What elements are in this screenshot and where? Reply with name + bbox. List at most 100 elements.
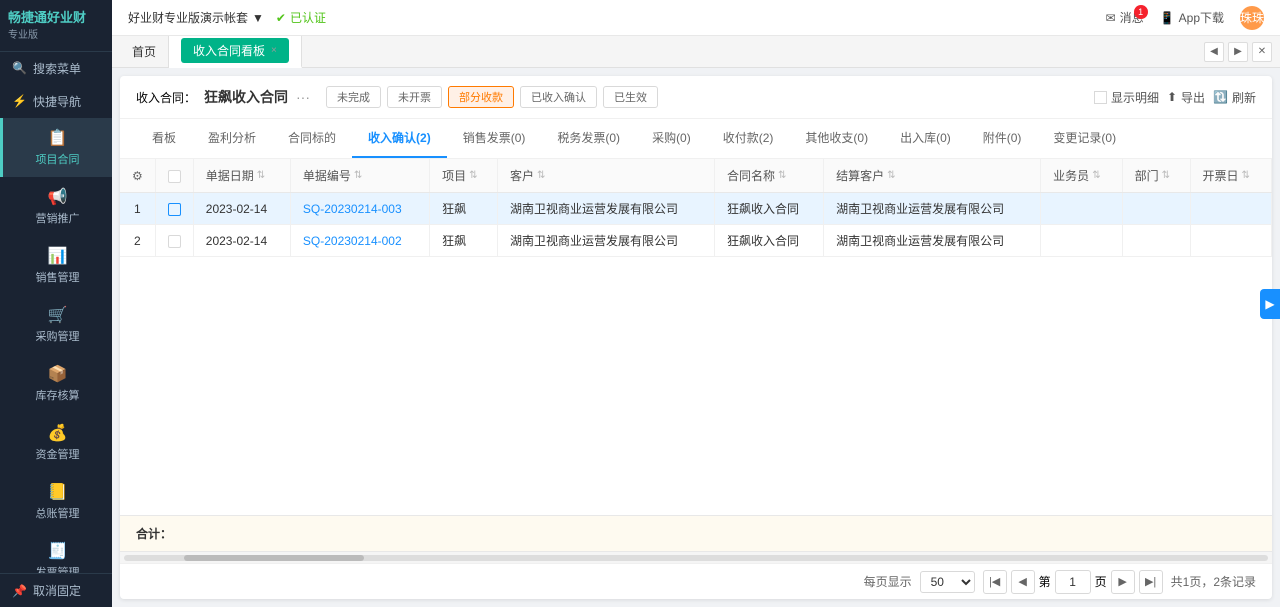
refresh-btn[interactable]: 🔃 刷新 <box>1213 89 1256 106</box>
tab-active-indicator: 收入合同看板 × <box>181 38 289 63</box>
row-link-2[interactable]: SQ-20230214-002 <box>303 234 402 248</box>
row-invoice-date-1 <box>1190 193 1271 225</box>
row-number-1[interactable]: SQ-20230214-003 <box>290 193 429 225</box>
message-btn[interactable]: ✉ 消息 1 <box>1106 9 1144 26</box>
tab-payment[interactable]: 收付款(2) <box>707 119 790 158</box>
tab-close-all-btn[interactable]: ✕ <box>1252 42 1272 62</box>
tab-tax-invoice[interactable]: 税务发票(0) <box>541 119 636 158</box>
tab-revenue-confirm[interactable]: 收入确认(2) <box>352 119 447 158</box>
tab-contract-board[interactable]: 收入合同看板 × <box>169 36 302 68</box>
sort-contract-icon: ⇅ <box>778 170 786 181</box>
page-prev-btn[interactable]: ◀ <box>1011 570 1035 594</box>
settings-icon: ⚙ <box>132 169 143 183</box>
th-invoice-date[interactable]: 开票日 ⇅ <box>1190 159 1271 193</box>
status-btn-confirmed[interactable]: 已收入确认 <box>520 86 597 108</box>
sidebar-item-project-contract[interactable]: 📋 项目合同 <box>0 118 112 177</box>
row-check-2[interactable] <box>155 225 193 257</box>
status-btn-incomplete[interactable]: 未完成 <box>326 86 381 108</box>
page-last-btn[interactable]: ▶| <box>1139 570 1163 594</box>
export-btn[interactable]: ⬆ 导出 <box>1167 89 1205 106</box>
th-date[interactable]: 单据日期 ⇅ <box>193 159 290 193</box>
tab-home[interactable]: 首页 <box>120 36 169 68</box>
user-avatar[interactable]: 珠珠 <box>1240 6 1264 30</box>
select-all-checkbox[interactable] <box>168 170 181 183</box>
table-wrapper: ⚙ 单据日期 ⇅ <box>120 159 1272 515</box>
th-salesman[interactable]: 业务员 ⇅ <box>1041 159 1122 193</box>
company-selector[interactable]: 好业财专业版演示帐套 ▼ <box>128 9 264 26</box>
inventory-icon: 📦 <box>48 364 68 384</box>
sidebar-item-ledger[interactable]: 📒 总账管理 <box>0 472 112 531</box>
page-next-btn[interactable]: ▶ <box>1111 570 1135 594</box>
row-link-1[interactable]: SQ-20230214-003 <box>303 202 402 216</box>
status-btn-uninvoiced[interactable]: 未开票 <box>387 86 442 108</box>
status-btn-effective[interactable]: 已生效 <box>603 86 658 108</box>
row-num-2: 2 <box>120 225 155 257</box>
th-number[interactable]: 单据编号 ⇅ <box>290 159 429 193</box>
tab-close-btn[interactable]: × <box>271 45 277 56</box>
tab-purchase[interactable]: 采购(0) <box>636 119 707 158</box>
th-checkbox[interactable] <box>155 159 193 193</box>
detail-checkbox[interactable] <box>1094 91 1107 104</box>
row-checkbox-2[interactable] <box>168 235 181 248</box>
tab-other-income[interactable]: 其他收支(0) <box>789 119 884 158</box>
row-checkbox-1[interactable] <box>168 203 181 216</box>
table-row[interactable]: 1 2023-02-14 SQ-20230214-003 狂飙 湖南卫视商业运营… <box>120 193 1272 225</box>
tab-attachments[interactable]: 附件(0) <box>967 119 1038 158</box>
sidebar-search-label: 搜索菜单 <box>33 60 81 77</box>
row-number-2[interactable]: SQ-20230214-002 <box>290 225 429 257</box>
th-customer[interactable]: 客户 ⇅ <box>497 159 714 193</box>
sidebar-quick-nav[interactable]: ⚡ 快捷导航 <box>0 85 112 118</box>
per-page-select[interactable]: 50 100 <box>920 571 975 593</box>
sidebar-quick-nav-label: 快捷导航 <box>33 93 81 110</box>
th-contract-name[interactable]: 合同名称 ⇅ <box>715 159 824 193</box>
project-contract-icon: 📋 <box>48 128 68 148</box>
scroll-track[interactable] <box>124 555 1268 561</box>
page-first-btn[interactable]: |◀ <box>983 570 1007 594</box>
sidebar-item-label-4: 库存核算 <box>36 387 80 403</box>
row-settle-1: 湖南卫视商业运营发展有限公司 <box>824 193 1041 225</box>
scroll-thumb[interactable] <box>184 555 364 561</box>
page-number-input[interactable] <box>1055 570 1091 594</box>
row-check-1[interactable] <box>155 193 193 225</box>
page-actions: 显示明细 ⬆ 导出 🔃 刷新 <box>1094 89 1256 106</box>
th-department[interactable]: 部门 ⇅ <box>1122 159 1190 193</box>
tab-board[interactable]: 看板 <box>136 119 192 158</box>
status-btn-partial-payment[interactable]: 部分收款 <box>448 86 514 108</box>
tab-next-btn[interactable]: ▶ <box>1228 42 1248 62</box>
tab-prev-btn[interactable]: ◀ <box>1204 42 1224 62</box>
lightning-icon: ⚡ <box>12 94 27 108</box>
page-label: 第 <box>1039 573 1051 590</box>
th-settings[interactable]: ⚙ <box>120 159 155 193</box>
sidebar-unpin-btn[interactable]: 📌 取消固定 <box>0 574 112 607</box>
sidebar-logo: 畅捷通好业财 专业版 <box>0 0 112 52</box>
sidebar-item-inventory[interactable]: 📦 库存核算 <box>0 354 112 413</box>
right-float-button[interactable]: ▶ <box>1260 289 1280 319</box>
sidebar-search[interactable]: 🔍 搜索菜单 <box>0 52 112 85</box>
tab-sales-invoice[interactable]: 销售发票(0) <box>447 119 542 158</box>
sidebar-item-sales[interactable]: 📊 销售管理 <box>0 236 112 295</box>
tab-change-records[interactable]: 变更记录(0) <box>1037 119 1132 158</box>
company-name: 好业财专业版演示帐套 <box>128 9 248 26</box>
row-salesman-2 <box>1041 225 1122 257</box>
sidebar-item-fund[interactable]: 💰 资金管理 <box>0 413 112 472</box>
tab-warehouse[interactable]: 出入库(0) <box>884 119 967 158</box>
certified-label: 已认证 <box>290 9 326 26</box>
sidebar-logo-main: 畅捷通好业财 <box>8 10 86 26</box>
th-project[interactable]: 项目 ⇅ <box>430 159 498 193</box>
th-settle-customer[interactable]: 结算客户 ⇅ <box>824 159 1041 193</box>
footer-total-row: 合计： <box>120 515 1272 551</box>
sort-customer-icon: ⇅ <box>537 170 545 181</box>
sidebar-bottom: 📌 取消固定 <box>0 573 112 607</box>
table-row[interactable]: 2 2023-02-14 SQ-20230214-002 狂飙 湖南卫视商业运营… <box>120 225 1272 257</box>
sidebar-item-invoice[interactable]: 🧾 发票管理 <box>0 531 112 573</box>
show-detail-btn[interactable]: 显示明细 <box>1094 89 1159 106</box>
tab-profit[interactable]: 盈利分析 <box>192 119 272 158</box>
app-download-btn[interactable]: 📱 App下载 <box>1160 9 1224 26</box>
sort-project-icon: ⇅ <box>469 170 477 181</box>
horizontal-scrollbar[interactable] <box>120 551 1272 563</box>
sidebar-item-marketing[interactable]: 📢 营销推广 <box>0 177 112 236</box>
sidebar-item-purchase[interactable]: 🛒 采购管理 <box>0 295 112 354</box>
more-options-btn[interactable]: ··· <box>296 89 310 105</box>
row-customer-2: 湖南卫视商业运营发展有限公司 <box>497 225 714 257</box>
tab-contract-subject[interactable]: 合同标的 <box>272 119 352 158</box>
